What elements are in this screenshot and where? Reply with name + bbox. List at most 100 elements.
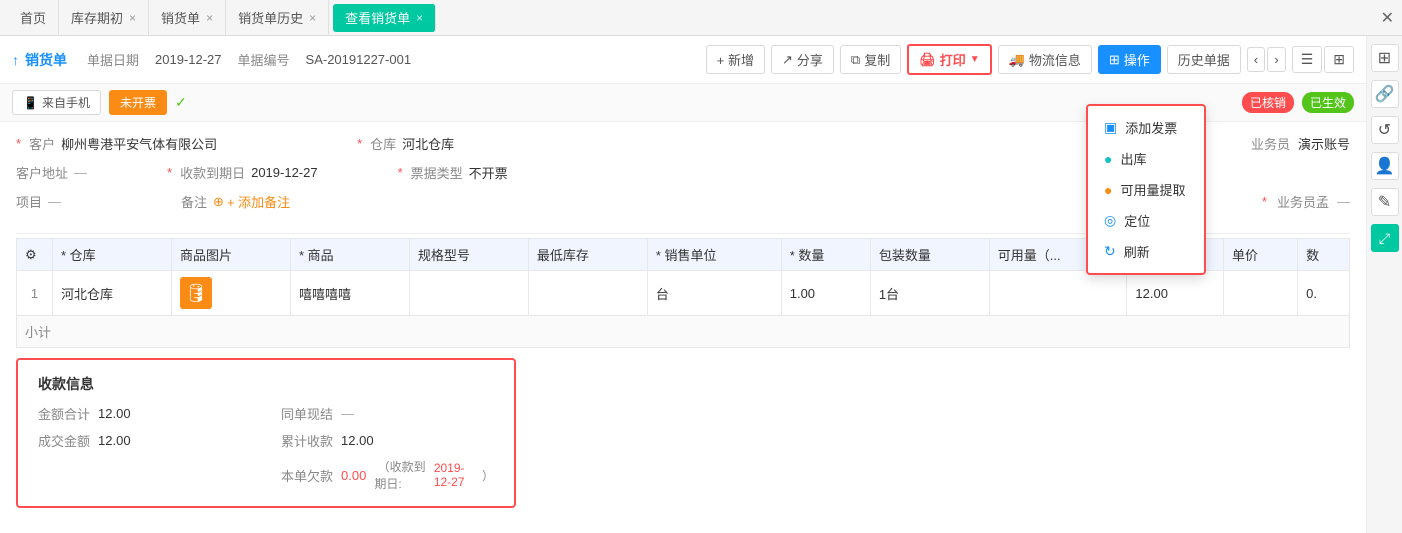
tab-home[interactable]: 首页: [8, 0, 59, 36]
salesperson-required-mark: *: [1262, 194, 1267, 209]
row-warehouse: 河北仓库: [53, 271, 172, 316]
tab-sales-history-close[interactable]: ×: [309, 11, 316, 25]
cumulative-value: 12.00: [341, 433, 374, 448]
tab-sales-history-label: 销货单历史: [238, 8, 303, 27]
cumulative-item: 累计收款 12.00: [281, 431, 494, 450]
can-extract-label: 可用量提取: [1120, 180, 1185, 199]
right-icon-expand[interactable]: ⤢: [1371, 224, 1399, 252]
product-image: 🛢: [180, 277, 212, 309]
operate-button-label: 操作: [1124, 50, 1150, 69]
dropdown-can-extract[interactable]: ● 可用量提取: [1088, 174, 1204, 205]
dropdown-add-invoice[interactable]: ▣ 添加发票: [1088, 112, 1204, 143]
warehouse-field: * 仓库 河北仓库: [357, 134, 454, 153]
owed-label: 本单欠款: [281, 466, 333, 485]
tab-inventory-init-close[interactable]: ×: [129, 11, 136, 25]
tab-home-label: 首页: [20, 8, 46, 27]
salesperson-label: 业务员孟: [1277, 192, 1329, 211]
right-icon-user[interactable]: 👤: [1371, 152, 1399, 180]
same-order-value: —: [341, 406, 354, 421]
new-button[interactable]: + 新增: [706, 45, 765, 74]
add-remark-button[interactable]: ⊕ + 添加备注: [213, 192, 290, 211]
mobile-source-button[interactable]: 📱 来自手机: [12, 90, 101, 115]
row-image: 🛢: [171, 271, 290, 316]
grid-view-button[interactable]: ⊞: [1324, 46, 1354, 73]
window-close-button[interactable]: ✕: [1381, 8, 1394, 28]
operate-button[interactable]: ⊞ 操作: [1098, 45, 1161, 74]
outbound-label: 出库: [1120, 149, 1146, 168]
ticket-value: 不开票: [469, 163, 508, 182]
remark-label: 备注: [181, 192, 207, 211]
list-view-button[interactable]: ☰: [1292, 46, 1323, 73]
effect-badge: 已生效: [1302, 92, 1354, 113]
not-open-label: 未开票: [120, 94, 156, 111]
tab-sales-order-close[interactable]: ×: [206, 11, 213, 25]
right-icon-link[interactable]: 🔗: [1371, 80, 1399, 108]
right-icon-refresh[interactable]: ↺: [1371, 116, 1399, 144]
subtotal-label: 小计: [17, 316, 1350, 348]
date-label: 单据日期: [87, 50, 139, 69]
share-button[interactable]: ↗ 分享: [771, 45, 834, 74]
view-toggle: ☰ ⊞: [1292, 46, 1354, 73]
payment-box: 收款信息 金额合计 12.00 同单现结 — 成交金额 12.00 累计收款 1…: [16, 358, 516, 508]
col-quantity: * 数量: [781, 239, 870, 271]
row-stock: 12.00: [1127, 271, 1224, 316]
doc-type-label: 销货单: [25, 50, 67, 70]
payment-grid: 金额合计 12.00 同单现结 — 成交金额 12.00 累计收款 12.00: [38, 404, 494, 492]
same-order-label: 同单现结: [281, 404, 333, 423]
deal-amount-label: 成交金额: [38, 431, 90, 450]
amount-item: 金额合计 12.00: [38, 404, 251, 423]
dropdown-refresh[interactable]: ↻ 刷新: [1088, 236, 1204, 267]
owed-due-date: 2019-12-27: [434, 461, 474, 489]
amount-value: 12.00: [98, 406, 131, 421]
payment-title: 收款信息: [38, 374, 494, 394]
row-available: [989, 271, 1127, 316]
table-row: 1 河北仓库 🛢 嘻嘻嘻嘻 台 1.00 1台 12.00: [17, 271, 1350, 316]
logistics-icon: 🚚: [1009, 52, 1025, 68]
number-value: SA-20191227-001: [306, 52, 412, 67]
row-spec: [409, 271, 528, 316]
add-remark-label: + 添加备注: [227, 192, 290, 211]
dropdown-outbound[interactable]: ● 出库: [1088, 143, 1204, 174]
tab-sales-order-label: 销货单: [161, 8, 200, 27]
warehouse-label: 仓库: [370, 134, 396, 153]
print-dropdown-icon: ▼: [970, 54, 980, 65]
ticket-label: 票据类型: [411, 163, 463, 182]
due-date-value: 2019-12-27: [251, 165, 318, 180]
right-icon-edit[interactable]: ✎: [1371, 188, 1399, 216]
col-price: 单价: [1223, 239, 1297, 271]
logistics-button[interactable]: 🚚 物流信息: [998, 45, 1092, 74]
right-icon-1[interactable]: ⊞: [1371, 44, 1399, 72]
check-icon: ✓: [175, 94, 187, 111]
remark-field: 备注 ⊕ + 添加备注: [181, 192, 290, 211]
amount-label: 金额合计: [38, 404, 90, 423]
doc-header: ↑ 销货单 单据日期 2019-12-27 单据编号 SA-20191227-0…: [0, 36, 1366, 84]
tab-inventory-init-label: 库存期初: [71, 8, 123, 27]
col-settings[interactable]: ⚙: [17, 239, 53, 271]
address-field: 客户地址 —: [16, 163, 87, 182]
tab-sales-order[interactable]: 销货单 ×: [149, 0, 226, 36]
tab-sales-history[interactable]: 销货单历史 ×: [226, 0, 329, 36]
nav-arrows: ‹ ›: [1247, 47, 1286, 72]
add-invoice-icon: ▣: [1104, 119, 1117, 136]
col-product: * 商品: [290, 239, 409, 271]
salesperson-field: * 业务员孟 —: [1262, 192, 1350, 211]
locate-icon: ◎: [1104, 212, 1116, 229]
tab-view-sales-close[interactable]: ×: [416, 11, 423, 25]
print-icon: 🖨: [919, 52, 936, 68]
history-button[interactable]: 历史单据: [1167, 45, 1241, 74]
copy-button[interactable]: ⧉ 复制: [840, 45, 901, 74]
refresh-label: 刷新: [1124, 242, 1150, 261]
logistics-button-label: 物流信息: [1029, 50, 1081, 69]
next-button[interactable]: ›: [1267, 47, 1285, 72]
not-open-button[interactable]: 未开票: [109, 90, 167, 115]
row-quantity: 1.00: [781, 271, 870, 316]
col-spec: 规格型号: [409, 239, 528, 271]
dropdown-locate[interactable]: ◎ 定位: [1088, 205, 1204, 236]
tab-inventory-init[interactable]: 库存期初 ×: [59, 0, 149, 36]
staff-field: 业务员 演示账号: [1251, 134, 1350, 153]
tab-view-sales[interactable]: 查看销货单 ×: [333, 4, 436, 32]
project-label: 项目: [16, 192, 42, 211]
print-button[interactable]: 🖨 打印 ▼: [907, 44, 991, 75]
doc-type-icon: ↑: [12, 52, 19, 68]
prev-button[interactable]: ‹: [1247, 47, 1265, 72]
